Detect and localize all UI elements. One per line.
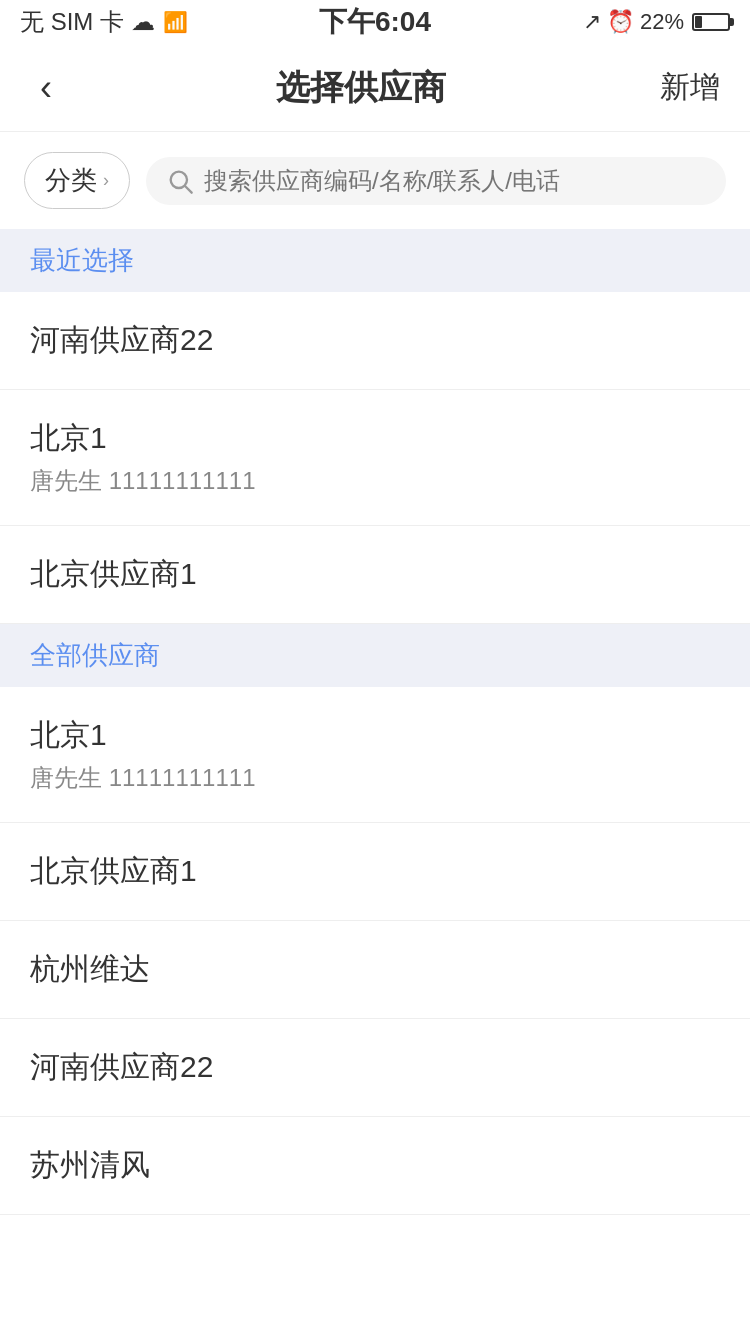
search-box [146, 157, 726, 205]
item-name: 北京供应商1 [30, 851, 720, 892]
category-label: 分类 [45, 163, 97, 198]
filter-bar: 分类 › [0, 132, 750, 229]
item-name: 河南供应商22 [30, 320, 720, 361]
item-sub: 唐先生 11111111111 [30, 465, 720, 497]
item-name: 苏州清风 [30, 1145, 720, 1186]
alarm-icon: ⏰ [607, 9, 634, 35]
status-time: 下午6:04 [319, 3, 431, 41]
item-name: 北京1 [30, 418, 720, 459]
svg-line-1 [185, 186, 191, 192]
add-button[interactable]: 新增 [660, 67, 720, 108]
recent-section-label: 最近选择 [30, 245, 134, 275]
list-item[interactable]: 北京1 唐先生 11111111111 [0, 390, 750, 526]
status-left: 无 SIM 卡 ☁ 📶 [20, 6, 188, 38]
all-section-header: 全部供应商 [0, 624, 750, 687]
list-item[interactable]: 杭州维达 [0, 921, 750, 1019]
status-right: ↗ ⏰ 22% [583, 9, 730, 35]
location-icon: ↗ [583, 9, 601, 35]
recent-section-header: 最近选择 [0, 229, 750, 292]
page-title: 选择供应商 [276, 65, 446, 111]
item-sub: 唐先生 11111111111 [30, 762, 720, 794]
item-name: 北京供应商1 [30, 554, 720, 595]
list-item[interactable]: 河南供应商22 [0, 1019, 750, 1117]
item-name: 杭州维达 [30, 949, 720, 990]
all-section-label: 全部供应商 [30, 640, 160, 670]
list-item[interactable]: 北京供应商1 [0, 823, 750, 921]
list-item[interactable]: 北京1 唐先生 11111111111 [0, 687, 750, 823]
item-name: 河南供应商22 [30, 1047, 720, 1088]
category-button[interactable]: 分类 › [24, 152, 130, 209]
item-name: 北京1 [30, 715, 720, 756]
search-input[interactable] [204, 167, 706, 195]
wifi-icon: 📶 [163, 10, 188, 34]
category-arrow-icon: › [103, 170, 109, 191]
list-item[interactable]: 苏州清风 [0, 1117, 750, 1215]
all-list: 北京1 唐先生 11111111111 北京供应商1 杭州维达河南供应商22 苏州清风 [0, 687, 750, 1215]
nav-bar: ‹ 选择供应商 新增 [0, 44, 750, 132]
back-button[interactable]: ‹ [30, 57, 62, 119]
list-item[interactable]: 北京供应商1 [0, 526, 750, 624]
battery-icon [692, 13, 730, 31]
recent-list: 河南供应商22 北京1 唐先生 11111111111 北京供应商1 [0, 292, 750, 624]
sim-label: 无 SIM 卡 ☁ [20, 6, 155, 38]
battery-percent: 22% [640, 9, 684, 35]
search-icon [166, 167, 194, 195]
list-item[interactable]: 河南供应商22 [0, 292, 750, 390]
status-bar: 无 SIM 卡 ☁ 📶 下午6:04 ↗ ⏰ 22% [0, 0, 750, 44]
